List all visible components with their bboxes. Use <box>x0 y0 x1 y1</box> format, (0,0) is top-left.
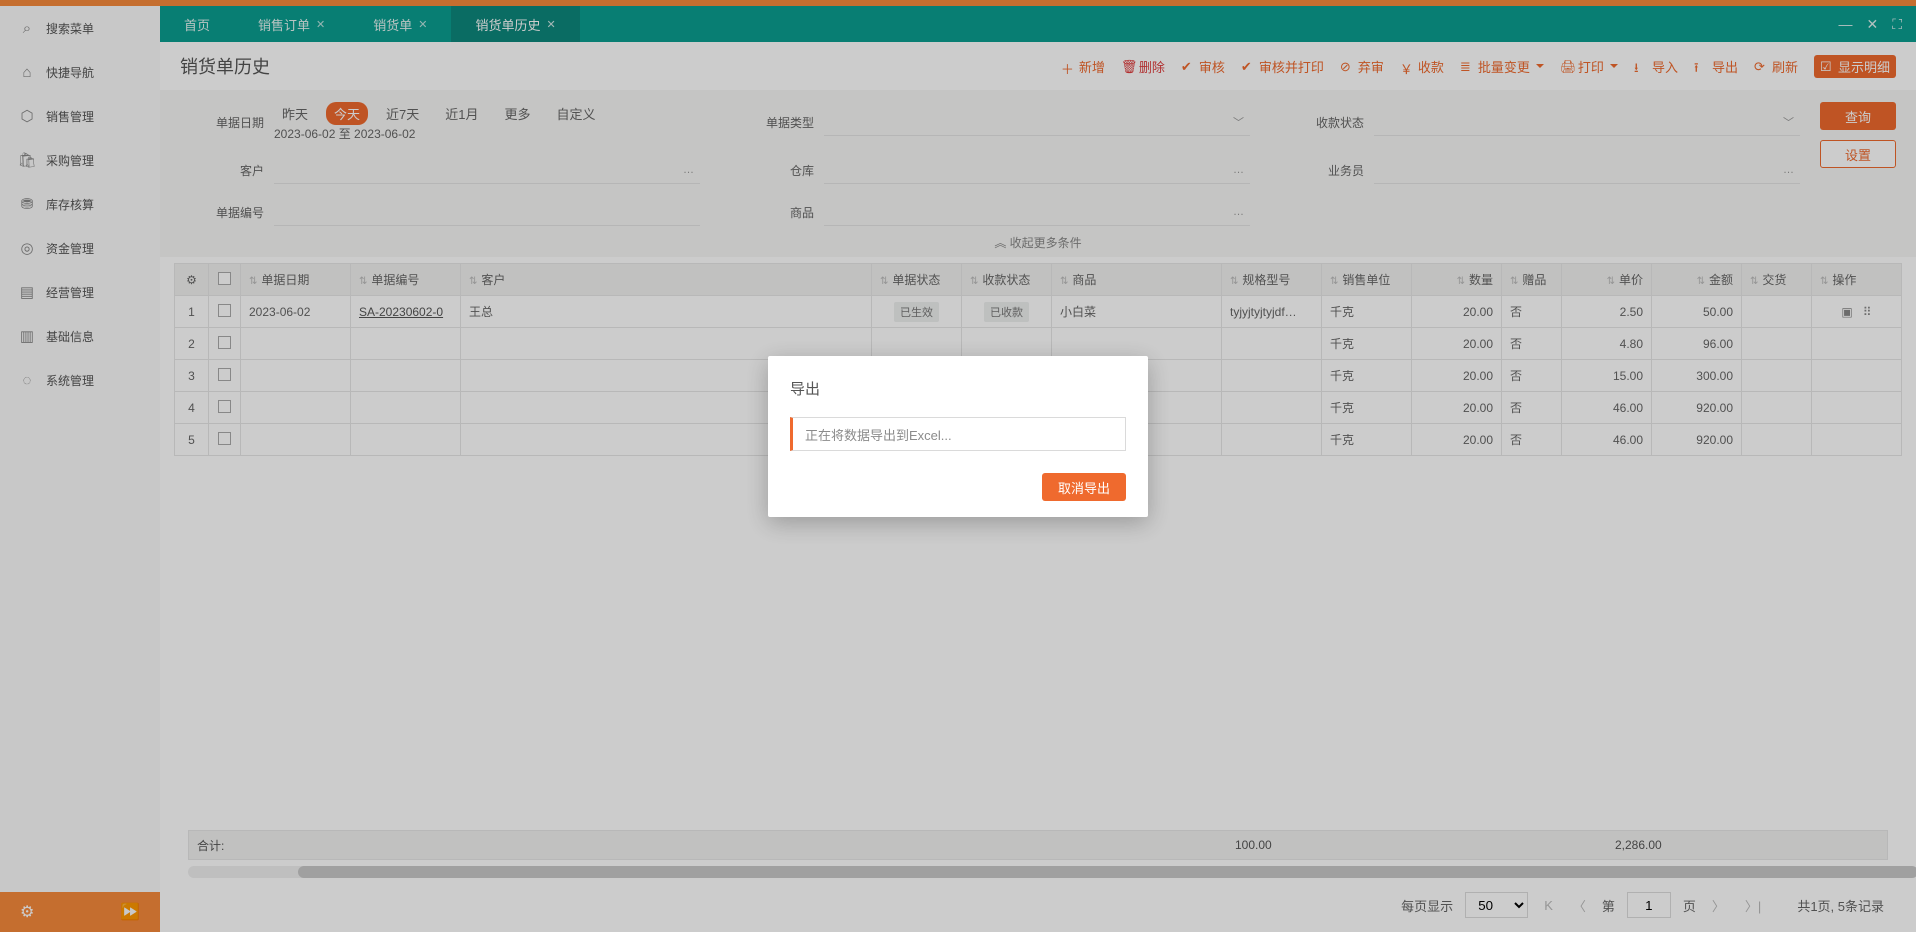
export-modal: 导出 正在将数据导出到Excel... 取消导出 <box>768 356 1148 517</box>
cancel-export-button[interactable]: 取消导出 <box>1042 473 1126 501</box>
modal-overlay: 导出 正在将数据导出到Excel... 取消导出 <box>0 0 1916 932</box>
modal-title: 导出 <box>790 378 1126 399</box>
modal-message: 正在将数据导出到Excel... <box>790 417 1126 451</box>
